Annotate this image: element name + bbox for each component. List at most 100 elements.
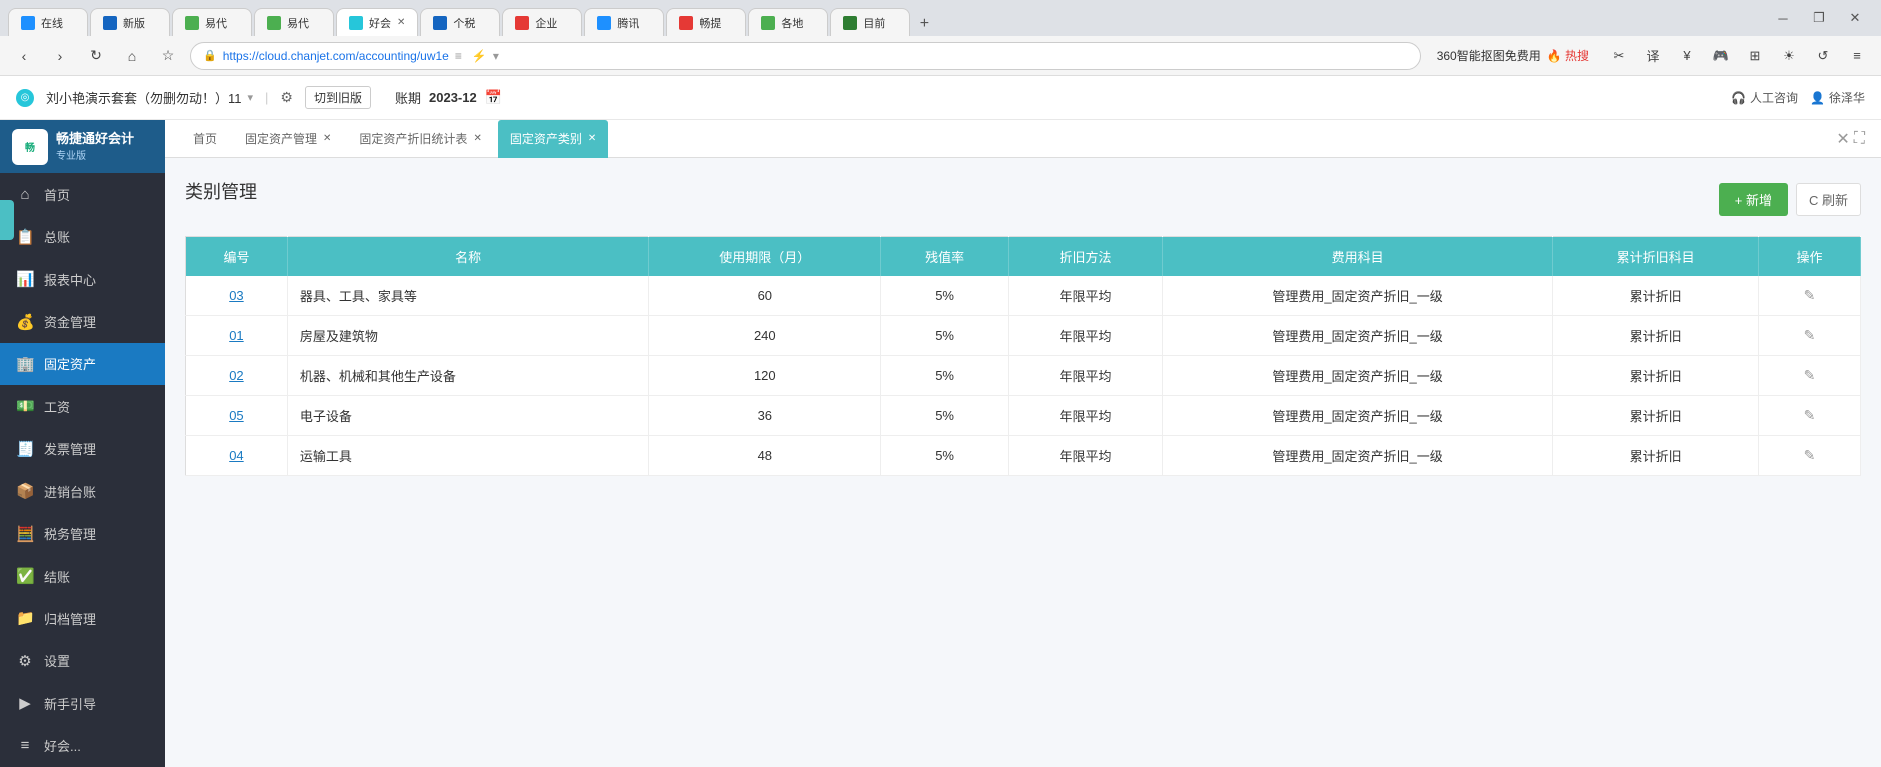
sun-icon[interactable]: ☀ [1775,42,1803,70]
sidebar-item-ledger[interactable]: 📋 总账 [0,215,165,257]
sidebar-item-guide[interactable]: ▶ 新手引导 [0,682,165,724]
sidebar-item-reports[interactable]: 📊 报表中心 [0,258,165,300]
refresh-button[interactable]: C 刷新 [1796,183,1861,216]
page-tab-categories[interactable]: 固定资产类别 ✕ [498,120,608,158]
sidebar-item-more[interactable]: ≡ 好会... [0,725,165,767]
close-button[interactable]: ✕ [1837,0,1873,36]
browser-tab-8[interactable]: 腾讯 [584,8,664,36]
sidebar-item-archive[interactable]: 📁 归档管理 [0,597,165,639]
browser-tab-6[interactable]: 个税 [420,8,500,36]
user-info: 刘小艳演示套套（勿删勿动！）11 ▾ [46,88,253,107]
new-tab-button[interactable]: + [912,12,936,36]
sidebar-item-inventory[interactable]: 📦 进销台账 [0,470,165,512]
row-0-edit-button[interactable]: ✎ [1804,287,1816,303]
row-3-expense: 管理费用_固定资产折旧_一级 [1162,396,1552,436]
bookmark-button[interactable]: ☆ [154,42,182,70]
home-button[interactable]: ⌂ [118,42,146,70]
url-bar[interactable]: 🔒 https://cloud.chanjet.com/accounting/u… [190,42,1421,70]
sidebar-item-payroll[interactable]: 💵 工资 [0,385,165,427]
sidebar-item-home[interactable]: ⌂ 首页 [0,173,165,215]
browser-tab-10[interactable]: 各地 [748,8,828,36]
back-button[interactable]: ‹ [10,42,38,70]
sidebar-item-invoice[interactable]: 🧾 发票管理 [0,428,165,470]
settings-area: ⚙ [280,89,293,106]
settings-icon[interactable]: ⚙ [280,89,293,106]
undo-icon[interactable]: ↺ [1809,42,1837,70]
browser-tab-1[interactable]: 在线 [8,8,88,36]
add-button[interactable]: + 新增 [1719,183,1788,216]
consult-label[interactable]: 人工咨询 [1750,89,1798,106]
sidebar-label-reports: 报表中心 [44,270,96,289]
browser-tab-8-text: 腾讯 [617,15,639,31]
page-tab-depreciation-label: 固定资产折旧统计表 [359,130,467,147]
row-3-code[interactable]: 05 [229,408,243,423]
url-chevron-icon[interactable]: ▾ [493,49,499,63]
sidebar-item-fixed-assets[interactable]: 🏢 固定资产 [0,343,165,385]
browser-tab-11[interactable]: 目前 [830,8,910,36]
more-icon: ≡ [16,737,34,754]
tab-close-icon[interactable]: ✕ [1836,129,1849,149]
browser-tab-3[interactable]: 易代 [172,8,252,36]
tab-expand-icon[interactable]: ⛶ [1854,130,1865,148]
calendar-icon[interactable]: 📅 [485,89,502,106]
row-1-edit-button[interactable]: ✎ [1804,327,1816,343]
browser-tab-5[interactable]: 好会 ✕ [336,8,418,36]
sidebar-label-more: 好会... [44,736,81,755]
row-1-period: 240 [649,316,881,356]
browser-tab-4[interactable]: 易代 [254,8,334,36]
float-panel-button[interactable] [0,200,14,240]
close-fixed-mgmt-tab[interactable]: ✕ [323,133,331,144]
support-icon: ◎ [16,89,34,107]
payroll-icon: 💵 [16,397,34,415]
page-tab-fixed-mgmt-label: 固定资产管理 [245,130,317,147]
sidebar-item-funds[interactable]: 💰 资金管理 [0,300,165,342]
switch-version-button[interactable]: 切到旧版 [305,86,371,109]
browser-tab-9-text: 畅提 [699,15,721,31]
browser-tab-5-close[interactable]: ✕ [397,17,405,28]
table-row: 03 器具、工具、家具等 60 5% 年限平均 管理费用_固定资产折旧_一级 累… [186,276,1861,316]
browser-tab-7[interactable]: 企业 [502,8,582,36]
sidebar-item-settings[interactable]: ⚙ 设置 [0,640,165,682]
logo-title: 畅捷通好会计 [56,131,134,148]
url-text: https://cloud.chanjet.com/accounting/uw1… [223,49,449,63]
row-1-code[interactable]: 01 [229,328,243,343]
sidebar-item-checkout[interactable]: ✅ 结账 [0,555,165,597]
row-2-name: 机器、机械和其他生产设备 [287,356,649,396]
row-3-edit-button[interactable]: ✎ [1804,407,1816,423]
page-content: 类别管理 + 新增 C 刷新 编号 名称 使用期限（月） 残值率 [165,158,1881,767]
close-depreciation-tab[interactable]: ✕ [473,133,481,144]
user-dropdown-icon[interactable]: ▾ [248,91,254,104]
page-tab-fixed-mgmt[interactable]: 固定资产管理 ✕ [233,120,343,158]
browser-tab-2-text: 新版 [123,15,145,31]
translate-icon[interactable]: 译 [1639,42,1667,70]
reload-button[interactable]: ↻ [82,42,110,70]
row-3-rate: 5% [881,396,1009,436]
sidebar-label-checkout: 结账 [44,567,70,586]
row-1-depreciation: 累计折旧 [1553,316,1759,356]
row-4-code[interactable]: 04 [229,448,243,463]
row-0-code[interactable]: 03 [229,288,243,303]
minimize-button[interactable]: ─ [1765,0,1801,36]
row-0-period: 60 [649,276,881,316]
maximize-button[interactable]: ❐ [1801,0,1837,36]
row-2-code[interactable]: 02 [229,368,243,383]
row-2-edit-button[interactable]: ✎ [1804,367,1816,383]
sidebar-item-tax[interactable]: 🧮 税务管理 [0,512,165,554]
close-categories-tab[interactable]: ✕ [588,133,596,144]
coin-icon[interactable]: ¥ [1673,42,1701,70]
forward-button[interactable]: › [46,42,74,70]
menu-icon[interactable]: ≡ [1843,42,1871,70]
row-2-expense: 管理费用_固定资产折旧_一级 [1162,356,1552,396]
game-icon[interactable]: 🎮 [1707,42,1735,70]
table-header-row: 编号 名称 使用期限（月） 残值率 折旧方法 费用科目 累计折旧科目 操作 [186,237,1861,277]
page-tab-depreciation[interactable]: 固定资产折旧统计表 ✕ [347,120,493,158]
browser-tab-2[interactable]: 新版 [90,8,170,36]
row-4-edit-button[interactable]: ✎ [1804,447,1816,463]
grid-icon[interactable]: ⊞ [1741,42,1769,70]
home-icon: ⌂ [16,186,34,203]
scissors-icon[interactable]: ✂ [1605,42,1633,70]
url-dropdown-icon[interactable]: ⚡ [472,49,487,63]
page-tab-home[interactable]: 首页 [181,120,229,158]
browser-tab-9[interactable]: 畅提 [666,8,746,36]
tab-favicon-10 [761,16,775,30]
